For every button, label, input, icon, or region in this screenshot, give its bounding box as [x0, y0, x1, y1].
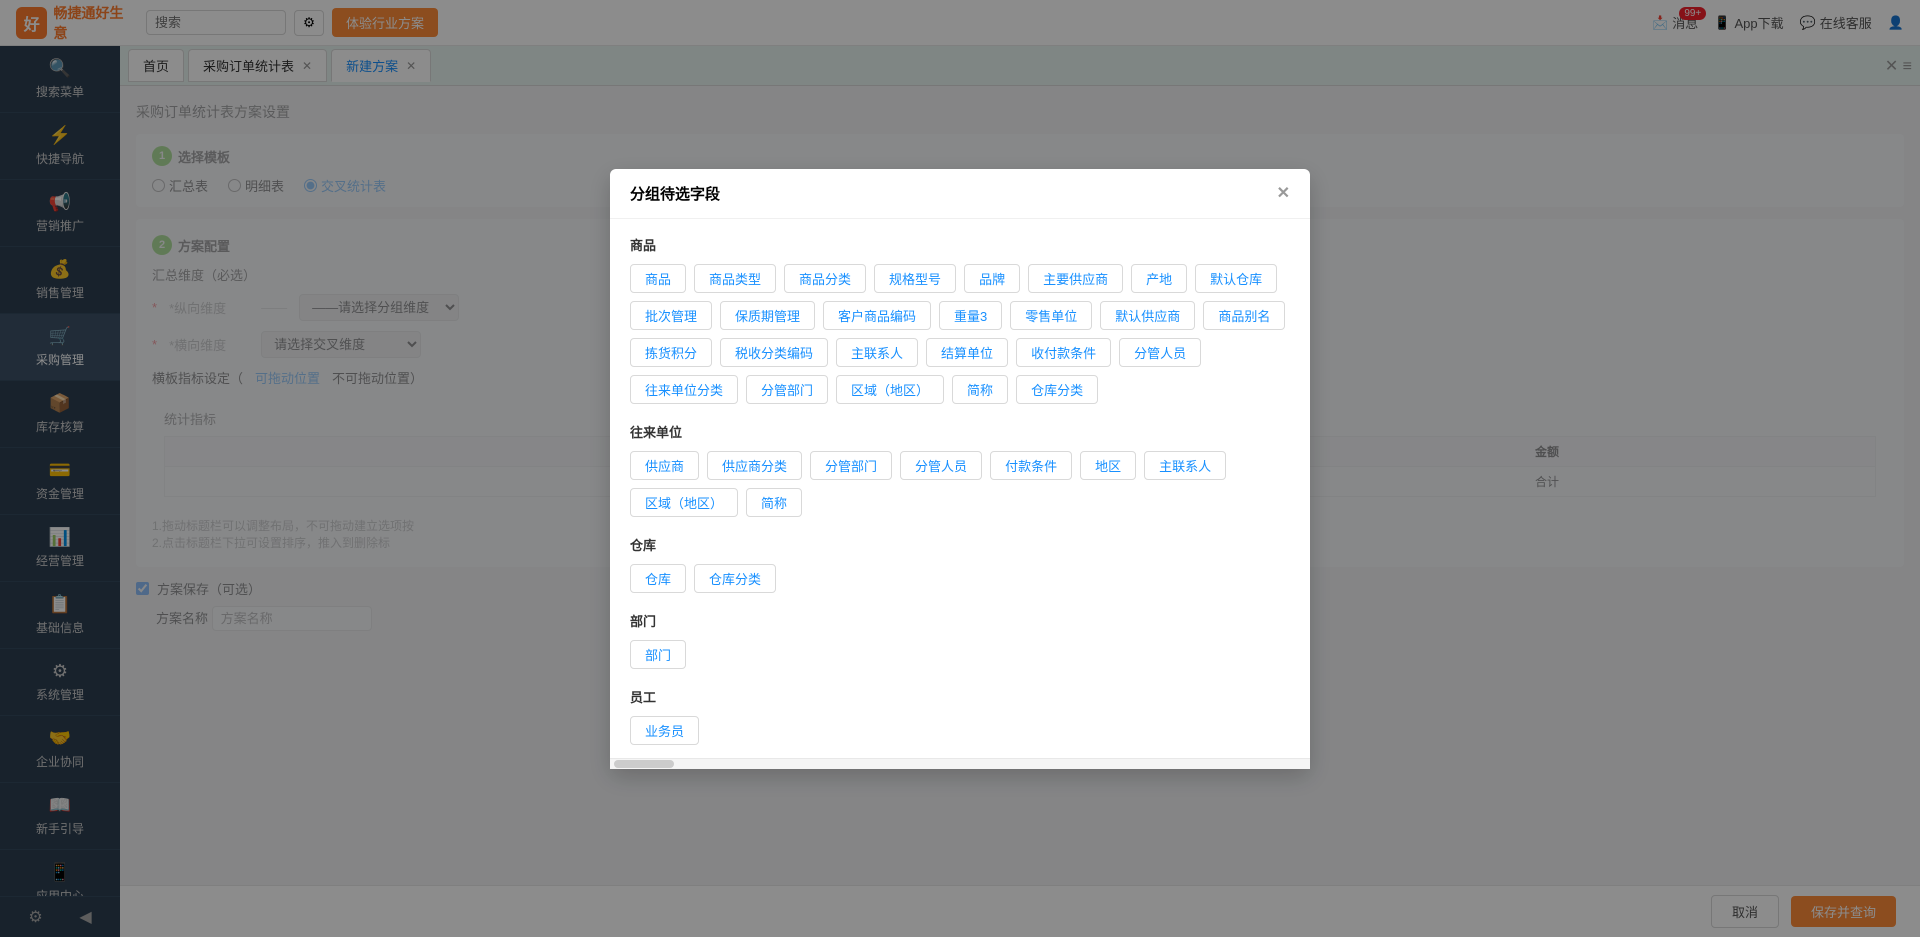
field-tags-warehouse: 仓库仓库分类 — [630, 564, 1290, 593]
field-tags-department: 部门 — [630, 640, 1290, 669]
field-tag[interactable]: 仓库分类 — [1016, 375, 1098, 404]
field-tag[interactable]: 税收分类编码 — [720, 338, 828, 367]
field-tag[interactable]: 收付款条件 — [1016, 338, 1111, 367]
field-section-partner: 往来单位供应商供应商分类分管部门分管人员付款条件地区主联系人区域（地区） 简称 — [630, 422, 1290, 517]
field-section-warehouse: 仓库仓库仓库分类 — [630, 535, 1290, 593]
field-tag[interactable]: 品牌 — [964, 264, 1020, 293]
modal-title: 分组待选字段 — [630, 183, 720, 204]
field-section-title-partner: 往来单位 — [630, 422, 1290, 441]
field-tag[interactable]: 产地 — [1131, 264, 1187, 293]
field-section-product: 商品商品商品类型商品分类规格型号品牌主要供应商产地默认仓库批次管理保质期管理客户… — [630, 235, 1290, 404]
modal-header: 分组待选字段 ✕ — [610, 169, 1310, 219]
field-tags-product: 商品商品类型商品分类规格型号品牌主要供应商产地默认仓库批次管理保质期管理客户商品… — [630, 264, 1290, 404]
field-tag[interactable]: 地区 — [1080, 451, 1136, 480]
field-tag[interactable]: 拣货积分 — [630, 338, 712, 367]
field-tag[interactable]: 业务员 — [630, 716, 699, 745]
modal: 分组待选字段 ✕ 商品商品商品类型商品分类规格型号品牌主要供应商产地默认仓库批次… — [610, 169, 1310, 769]
field-tag[interactable]: 商品别名 — [1203, 301, 1285, 330]
field-tag[interactable]: 部门 — [630, 640, 686, 669]
modal-overlay: 分组待选字段 ✕ 商品商品商品类型商品分类规格型号品牌主要供应商产地默认仓库批次… — [0, 0, 1920, 937]
field-tag[interactable]: 规格型号 — [874, 264, 956, 293]
field-tag[interactable]: 分管部门 — [810, 451, 892, 480]
field-tag[interactable]: 商品类型 — [694, 264, 776, 293]
field-tag[interactable]: 分管部门 — [746, 375, 828, 404]
field-tag[interactable]: 仓库 — [630, 564, 686, 593]
field-tag[interactable]: 保质期管理 — [720, 301, 815, 330]
field-tag[interactable]: 零售单位 — [1010, 301, 1092, 330]
field-tag[interactable]: 批次管理 — [630, 301, 712, 330]
modal-body: 商品商品商品类型商品分类规格型号品牌主要供应商产地默认仓库批次管理保质期管理客户… — [610, 219, 1310, 759]
field-tag[interactable]: 付款条件 — [990, 451, 1072, 480]
field-tag[interactable]: 区域（地区） — [836, 375, 944, 404]
field-section-title-product: 商品 — [630, 235, 1290, 254]
field-tag[interactable]: 供应商分类 — [707, 451, 802, 480]
field-tag[interactable]: 商品分类 — [784, 264, 866, 293]
field-tag[interactable]: 仓库分类 — [694, 564, 776, 593]
field-tag[interactable]: 区域（地区） — [630, 488, 738, 517]
field-tag[interactable]: 简称 — [746, 488, 802, 517]
field-tag[interactable]: 简称 — [952, 375, 1008, 404]
field-tag[interactable]: 主联系人 — [1144, 451, 1226, 480]
field-tag[interactable]: 供应商 — [630, 451, 699, 480]
field-section-title-employee: 员工 — [630, 687, 1290, 706]
field-tag[interactable]: 默认仓库 — [1195, 264, 1277, 293]
field-tag[interactable]: 商品 — [630, 264, 686, 293]
field-tag[interactable]: 主联系人 — [836, 338, 918, 367]
field-tag[interactable]: 往来单位分类 — [630, 375, 738, 404]
field-tag[interactable]: 重量3 — [939, 301, 1002, 330]
field-section-department: 部门部门 — [630, 611, 1290, 669]
field-section-title-warehouse: 仓库 — [630, 535, 1290, 554]
field-tag[interactable]: 分管人员 — [900, 451, 982, 480]
field-tags-employee: 业务员 — [630, 716, 1290, 745]
field-tag[interactable]: 结算单位 — [926, 338, 1008, 367]
modal-hscroll-thumb[interactable] — [614, 760, 674, 768]
field-tag[interactable]: 默认供应商 — [1100, 301, 1195, 330]
modal-horizontal-scrollbar[interactable] — [610, 758, 1310, 768]
field-section-employee: 员工业务员 — [630, 687, 1290, 745]
modal-close-button[interactable]: ✕ — [1277, 183, 1290, 203]
field-tag[interactable]: 分管人员 — [1119, 338, 1201, 367]
field-section-title-department: 部门 — [630, 611, 1290, 630]
field-tag[interactable]: 客户商品编码 — [823, 301, 931, 330]
field-tag[interactable]: 主要供应商 — [1028, 264, 1123, 293]
field-tags-partner: 供应商供应商分类分管部门分管人员付款条件地区主联系人区域（地区） 简称 — [630, 451, 1290, 517]
